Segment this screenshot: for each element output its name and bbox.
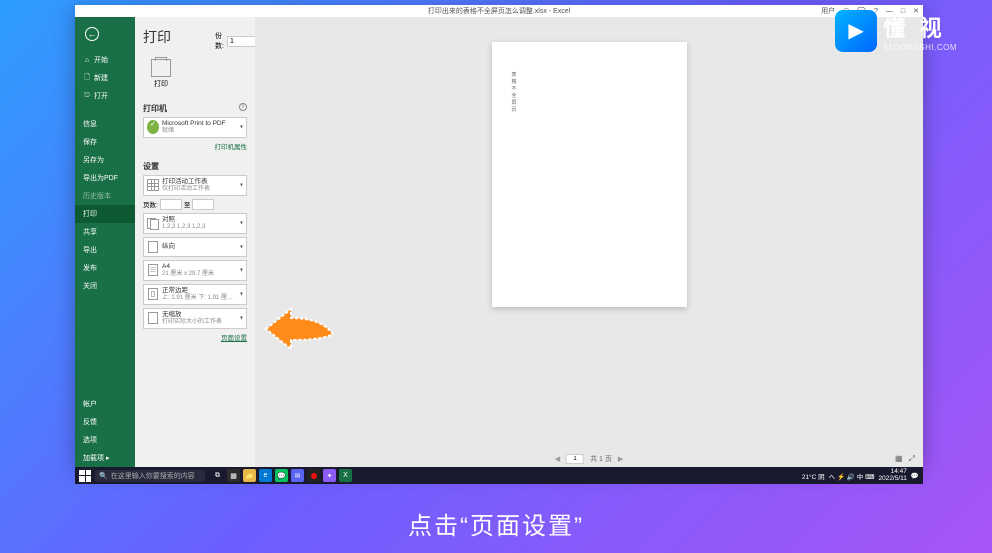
- scale-icon: [148, 312, 158, 324]
- page-content: 表 格 不 全 屏 页: [512, 72, 687, 114]
- file-explorer-icon[interactable]: 📁: [243, 469, 256, 482]
- printer-icon: [151, 59, 171, 77]
- wechat-icon[interactable]: 💬: [275, 469, 288, 482]
- app-icon-4[interactable]: ✉: [291, 469, 304, 482]
- print-button[interactable]: 打印: [143, 55, 179, 93]
- notification-icon[interactable]: 💬: [911, 472, 919, 480]
- printer-dropdown[interactable]: Microsoft Print to PDF就绪: [143, 117, 247, 138]
- sidebar-item-home[interactable]: ⌂开始: [75, 51, 135, 69]
- system-tray[interactable]: へ ⚡ 🔊 中 ⌨: [829, 471, 875, 481]
- print-options-panel: 打印 打印 份数: 打印机i Microsoft Print to PDF就绪: [135, 17, 255, 467]
- sidebar-item-share[interactable]: 共享: [75, 223, 135, 241]
- sidebar-item-publish[interactable]: 发布: [75, 259, 135, 277]
- print-area-dropdown[interactable]: 打印活动工作表仅打印活动工作表: [143, 175, 247, 196]
- sidebar-item-print[interactable]: 打印: [75, 205, 135, 223]
- portrait-icon: [148, 241, 158, 253]
- new-icon: 🗋: [83, 75, 91, 82]
- home-icon: ⌂: [83, 57, 91, 64]
- taskbar: 🔍 在这里输入你要搜索的内容 ⧉ ▦ 📁 e 💬 ✉ ✦ X 21°C 阴 へ …: [75, 467, 923, 484]
- settings-section-label: 设置: [143, 161, 247, 172]
- clock[interactable]: 14:47 2022/5/11: [878, 469, 906, 482]
- brand-watermark: 懂 视 51DONGSHI.COM: [835, 10, 957, 52]
- tutorial-subtitle: 点击“页面设置”: [408, 506, 584, 541]
- app-icon-6[interactable]: ✦: [323, 469, 336, 482]
- preview-page: 表 格 不 全 屏 页: [492, 42, 687, 307]
- backstage-sidebar: ← ⌂开始 🗋新建 ⎋打开 信息 保存 另存为 导出为PDF 历史版本 打印 共…: [75, 17, 135, 467]
- taskbar-search[interactable]: 🔍 在这里输入你要搜索的内容: [95, 470, 205, 482]
- user-label[interactable]: 用户: [821, 6, 835, 16]
- sidebar-item-export[interactable]: 导出: [75, 241, 135, 259]
- current-page-input[interactable]: [566, 454, 584, 464]
- sidebar-item-options[interactable]: 选项: [75, 431, 135, 449]
- excel-window: 打印出来的表格不全屏页怎么调整.xlsx - Excel 用户 ⬡ 💬 ? — …: [75, 5, 923, 467]
- sidebar-item-save[interactable]: 保存: [75, 133, 135, 151]
- document-title: 打印出来的表格不全屏页怎么调整.xlsx - Excel: [428, 6, 570, 16]
- sidebar-item-close[interactable]: 关闭: [75, 277, 135, 295]
- sidebar-item-info[interactable]: 信息: [75, 115, 135, 133]
- pages-label: 页数:: [143, 199, 158, 209]
- next-page-button[interactable]: ▶: [618, 455, 623, 463]
- sidebar-item-open[interactable]: ⎋打开: [75, 87, 135, 105]
- pages-from-input[interactable]: [160, 199, 182, 210]
- edge-icon[interactable]: e: [259, 469, 272, 482]
- scaling-dropdown[interactable]: 无缩放打印实际大小的工作表: [143, 308, 247, 329]
- pages-to-label: 至: [184, 199, 191, 209]
- page-total-label: 共 1 页: [590, 454, 612, 464]
- page-setup-link[interactable]: 页面设置: [143, 332, 247, 342]
- sidebar-item-history[interactable]: 历史版本: [75, 187, 135, 205]
- prev-page-button[interactable]: ◀: [555, 455, 560, 463]
- zoom-to-page-button[interactable]: ⤢: [909, 454, 915, 464]
- brand-logo-icon: [835, 10, 877, 52]
- collate-icon: [147, 218, 159, 228]
- page-icon: [148, 264, 158, 276]
- brand-name: 懂 视: [883, 11, 957, 43]
- brand-url: 51DONGSHI.COM: [883, 43, 957, 52]
- back-arrow-button[interactable]: ←: [85, 27, 99, 41]
- sidebar-item-account[interactable]: 帐户: [75, 395, 135, 413]
- titlebar: 打印出来的表格不全屏页怎么调整.xlsx - Excel 用户 ⬡ 💬 ? — …: [75, 5, 923, 17]
- app-icon-1[interactable]: ▦: [227, 469, 240, 482]
- print-preview: 表 格 不 全 屏 页 ◀ 共 1 页 ▶ ▦ ⤢: [255, 17, 923, 467]
- printer-properties-link[interactable]: 打印机属性: [143, 141, 247, 151]
- sidebar-item-new[interactable]: 🗋新建: [75, 69, 135, 87]
- taskview-icon[interactable]: ⧉: [211, 469, 224, 482]
- orientation-dropdown[interactable]: 纵向: [143, 237, 247, 257]
- start-button[interactable]: [79, 470, 91, 482]
- copies-label: 份数:: [215, 31, 224, 51]
- pages-to-input[interactable]: [192, 199, 214, 210]
- margins-dropdown[interactable]: 正常边距上: 1.91 厘米 下: 1.91 厘…: [143, 284, 247, 305]
- show-margins-button[interactable]: ▦: [895, 454, 903, 464]
- sidebar-item-feedback[interactable]: 反馈: [75, 413, 135, 431]
- excel-icon[interactable]: X: [339, 469, 352, 482]
- record-icon[interactable]: [307, 469, 320, 482]
- info-icon[interactable]: i: [239, 103, 247, 111]
- grid-icon: [147, 179, 159, 191]
- margin-icon: [148, 288, 158, 300]
- paper-size-dropdown[interactable]: A421 厘米 x 29.7 厘米: [143, 260, 247, 281]
- sidebar-item-addins[interactable]: 加载项 ▸: [75, 449, 135, 467]
- copies-input[interactable]: [227, 36, 257, 47]
- open-icon: ⎋: [83, 93, 91, 100]
- preview-pager: ◀ 共 1 页 ▶: [555, 454, 624, 464]
- printer-section-label: 打印机i: [143, 103, 247, 114]
- weather-widget[interactable]: 21°C 阴: [802, 471, 825, 481]
- search-icon: 🔍: [99, 472, 108, 480]
- printer-status-icon: [147, 120, 159, 134]
- sidebar-item-saveas[interactable]: 另存为: [75, 151, 135, 169]
- sidebar-item-exportpdf[interactable]: 导出为PDF: [75, 169, 135, 187]
- collate-dropdown[interactable]: 对照1,2,3 1,2,3 1,2,3: [143, 213, 247, 234]
